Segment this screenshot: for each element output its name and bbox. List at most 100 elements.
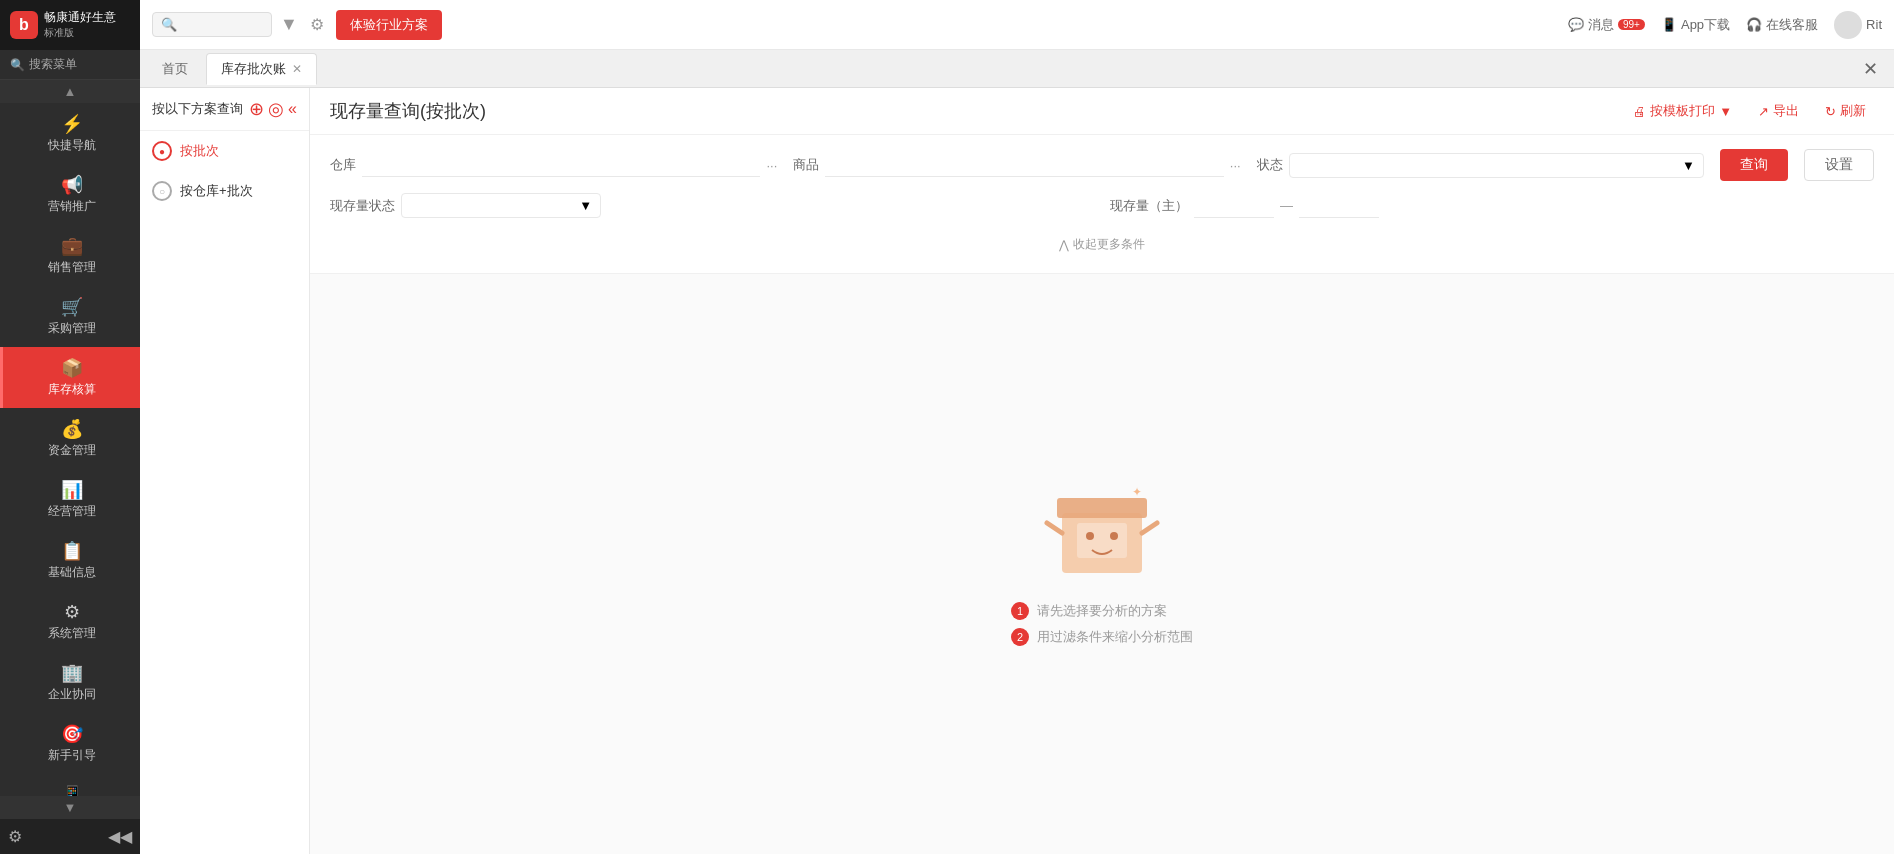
messages-badge: 99+ xyxy=(1618,19,1645,30)
warehouse-filter: 仓库 ··· xyxy=(330,153,777,177)
operations-icon: 📊 xyxy=(61,479,83,501)
export-button[interactable]: ↗ 导出 xyxy=(1750,98,1807,124)
collapse-more-btn[interactable]: ⋀ 收起更多条件 xyxy=(330,230,1874,259)
stock-quantity-min[interactable] xyxy=(1194,194,1274,218)
page-header: 现存量查询(按批次) 🖨 按模板打印 ▼ ↗ 导出 ↻ 刷新 xyxy=(310,88,1894,135)
tab-close-all-btn[interactable]: ✕ xyxy=(1855,58,1886,80)
topbar-gear-icon[interactable]: ⚙ xyxy=(306,11,328,38)
app-name: 畅康通好生意 xyxy=(44,10,116,26)
collapse-label: 收起更多条件 xyxy=(1073,236,1145,253)
tab-inventory-batch[interactable]: 库存批次账 ✕ xyxy=(206,53,317,85)
status-select[interactable]: ▼ xyxy=(1289,153,1704,178)
user-menu[interactable]: Rit xyxy=(1834,11,1882,39)
empty-svg: ✦ xyxy=(1042,478,1162,578)
refresh-label: 刷新 xyxy=(1840,102,1866,120)
scheme-item-by-batch[interactable]: ● 按批次 xyxy=(140,131,309,171)
left-panel-header: 按以下方案查询 ⊕ ◎ « xyxy=(140,88,309,131)
sidebar-item-sales[interactable]: 💼 销售管理 xyxy=(0,225,140,286)
phone-icon: 📱 xyxy=(1661,17,1677,32)
svg-rect-1 xyxy=(1057,498,1147,518)
scheme-item-by-warehouse-batch[interactable]: ○ 按仓库+批次 xyxy=(140,171,309,211)
svg-point-3 xyxy=(1086,532,1094,540)
refresh-icon: ↻ xyxy=(1825,104,1836,119)
collapse-sidebar-btn[interactable]: ◀◀ xyxy=(108,827,132,846)
refresh-button[interactable]: ↻ 刷新 xyxy=(1817,98,1874,124)
sidebar-item-apps[interactable]: 📱 应用中心 xyxy=(0,774,140,796)
enterprise-icon: 🏢 xyxy=(61,662,83,684)
print-button[interactable]: 🖨 按模板打印 ▼ xyxy=(1625,98,1740,124)
scheme-active-icon: ● xyxy=(152,141,172,161)
sidebar-item-inventory[interactable]: 📦 库存核算 xyxy=(0,347,140,408)
collapse-panel-btn[interactable]: « xyxy=(288,100,297,118)
base-icon: 📋 xyxy=(61,540,83,562)
sidebar-item-label: 系统管理 xyxy=(48,625,96,642)
sidebar-item-system[interactable]: ⚙ 系统管理 xyxy=(0,591,140,652)
warehouse-input[interactable] xyxy=(362,153,760,177)
query-button[interactable]: 查询 xyxy=(1720,149,1788,181)
warehouse-more-btn[interactable]: ··· xyxy=(766,158,777,173)
tab-home[interactable]: 首页 xyxy=(148,54,202,84)
industry-solution-button[interactable]: 体验行业方案 xyxy=(336,10,442,40)
add-scheme-btn[interactable]: ⊕ xyxy=(249,98,264,120)
scheme-settings-btn[interactable]: ◎ xyxy=(268,98,284,120)
sidebar-item-label: 销售管理 xyxy=(48,259,96,276)
topbar-search-icon: 🔍 xyxy=(161,17,177,32)
sidebar: b 畅康通好生意 标准版 🔍 搜索菜单 ▲ ⚡ 快捷导航 📢 营销推广 💼 销售… xyxy=(0,0,140,854)
sidebar-nav: ⚡ 快捷导航 📢 营销推广 💼 销售管理 🛒 采购管理 📦 库存核算 💰 资金管… xyxy=(0,103,140,796)
stock-status-select[interactable]: ▼ xyxy=(401,193,601,218)
sidebar-search-area[interactable]: 🔍 搜索菜单 xyxy=(0,50,140,80)
sidebar-item-marketing[interactable]: 📢 营销推广 xyxy=(0,164,140,225)
sidebar-item-guide[interactable]: 🎯 新手引导 xyxy=(0,713,140,774)
svg-line-6 xyxy=(1142,523,1157,533)
page-actions: 🖨 按模板打印 ▼ ↗ 导出 ↻ 刷新 xyxy=(1625,98,1874,124)
topbar-search-input[interactable] xyxy=(181,18,261,32)
sidebar-item-purchase[interactable]: 🛒 采购管理 xyxy=(0,286,140,347)
sidebar-item-shortcut[interactable]: ⚡ 快捷导航 xyxy=(0,103,140,164)
left-panel: 按以下方案查询 ⊕ ◎ « ● 按批次 ○ 按仓库+批次 xyxy=(140,88,310,854)
print-icon: 🖨 xyxy=(1633,104,1646,119)
sidebar-item-enterprise[interactable]: 🏢 企业协同 xyxy=(0,652,140,713)
filter-row-2: 现存量状态 ▼ 现存量（主） — xyxy=(330,193,1874,218)
sidebar-item-operations[interactable]: 📊 经营管理 xyxy=(0,469,140,530)
page-title: 现存量查询(按批次) xyxy=(330,99,486,123)
settings-button[interactable]: 设置 xyxy=(1804,149,1874,181)
sidebar-item-label: 新手引导 xyxy=(48,747,96,764)
hint-text-2: 用过滤条件来缩小分析范围 xyxy=(1037,624,1193,650)
product-filter: 商品 ··· xyxy=(793,153,1240,177)
messages-button[interactable]: 💬 消息 99+ xyxy=(1568,16,1645,34)
stock-quantity-max[interactable] xyxy=(1299,194,1379,218)
hint-text-1: 请先选择要分析的方案 xyxy=(1037,598,1167,624)
scroll-down-btn[interactable]: ▼ xyxy=(0,796,140,819)
tab-inventory-batch-label: 库存批次账 xyxy=(221,60,286,78)
product-label: 商品 xyxy=(793,156,819,174)
empty-hints: 1 请先选择要分析的方案 2 用过滤条件来缩小分析范围 xyxy=(1011,598,1193,650)
user-avatar xyxy=(1834,11,1862,39)
product-more-btn[interactable]: ··· xyxy=(1230,158,1241,173)
svg-text:✦: ✦ xyxy=(1132,485,1142,499)
svg-rect-2 xyxy=(1077,523,1127,558)
tab-close-btn[interactable]: ✕ xyxy=(292,62,302,76)
svg-point-4 xyxy=(1110,532,1118,540)
apps-icon: 📱 xyxy=(61,784,83,796)
empty-state: ✦ 1 请先选择要分析的方案 2 用过滤条件来缩小分析范围 xyxy=(310,274,1894,854)
stock-status-label: 现存量状态 xyxy=(330,197,395,215)
sidebar-item-label: 库存核算 xyxy=(48,381,96,398)
settings-icon[interactable]: ⚙ xyxy=(8,827,22,846)
left-panel-title: 按以下方案查询 xyxy=(152,100,243,118)
sidebar-item-label: 基础信息 xyxy=(48,564,96,581)
status-label: 状态 xyxy=(1257,156,1283,174)
sidebar-item-label: 资金管理 xyxy=(48,442,96,459)
scroll-up-btn[interactable]: ▲ xyxy=(0,80,140,103)
topbar-dropdown-btn[interactable]: ▼ xyxy=(280,14,298,35)
print-dropdown-icon[interactable]: ▼ xyxy=(1719,104,1732,119)
app-download-button[interactable]: 📱 App下载 xyxy=(1661,16,1730,34)
product-input[interactable] xyxy=(825,153,1223,177)
sidebar-item-finance[interactable]: 💰 资金管理 xyxy=(0,408,140,469)
topbar-search[interactable]: 🔍 xyxy=(152,12,272,37)
online-service-button[interactable]: 🎧 在线客服 xyxy=(1746,16,1818,34)
filter-area: 仓库 ··· 商品 ··· 状态 ▼ xyxy=(310,135,1894,274)
sidebar-item-base[interactable]: 📋 基础信息 xyxy=(0,530,140,591)
search-menu-label: 搜索菜单 xyxy=(29,56,77,73)
messages-label: 消息 xyxy=(1588,16,1614,34)
empty-illustration: ✦ xyxy=(1042,478,1162,578)
